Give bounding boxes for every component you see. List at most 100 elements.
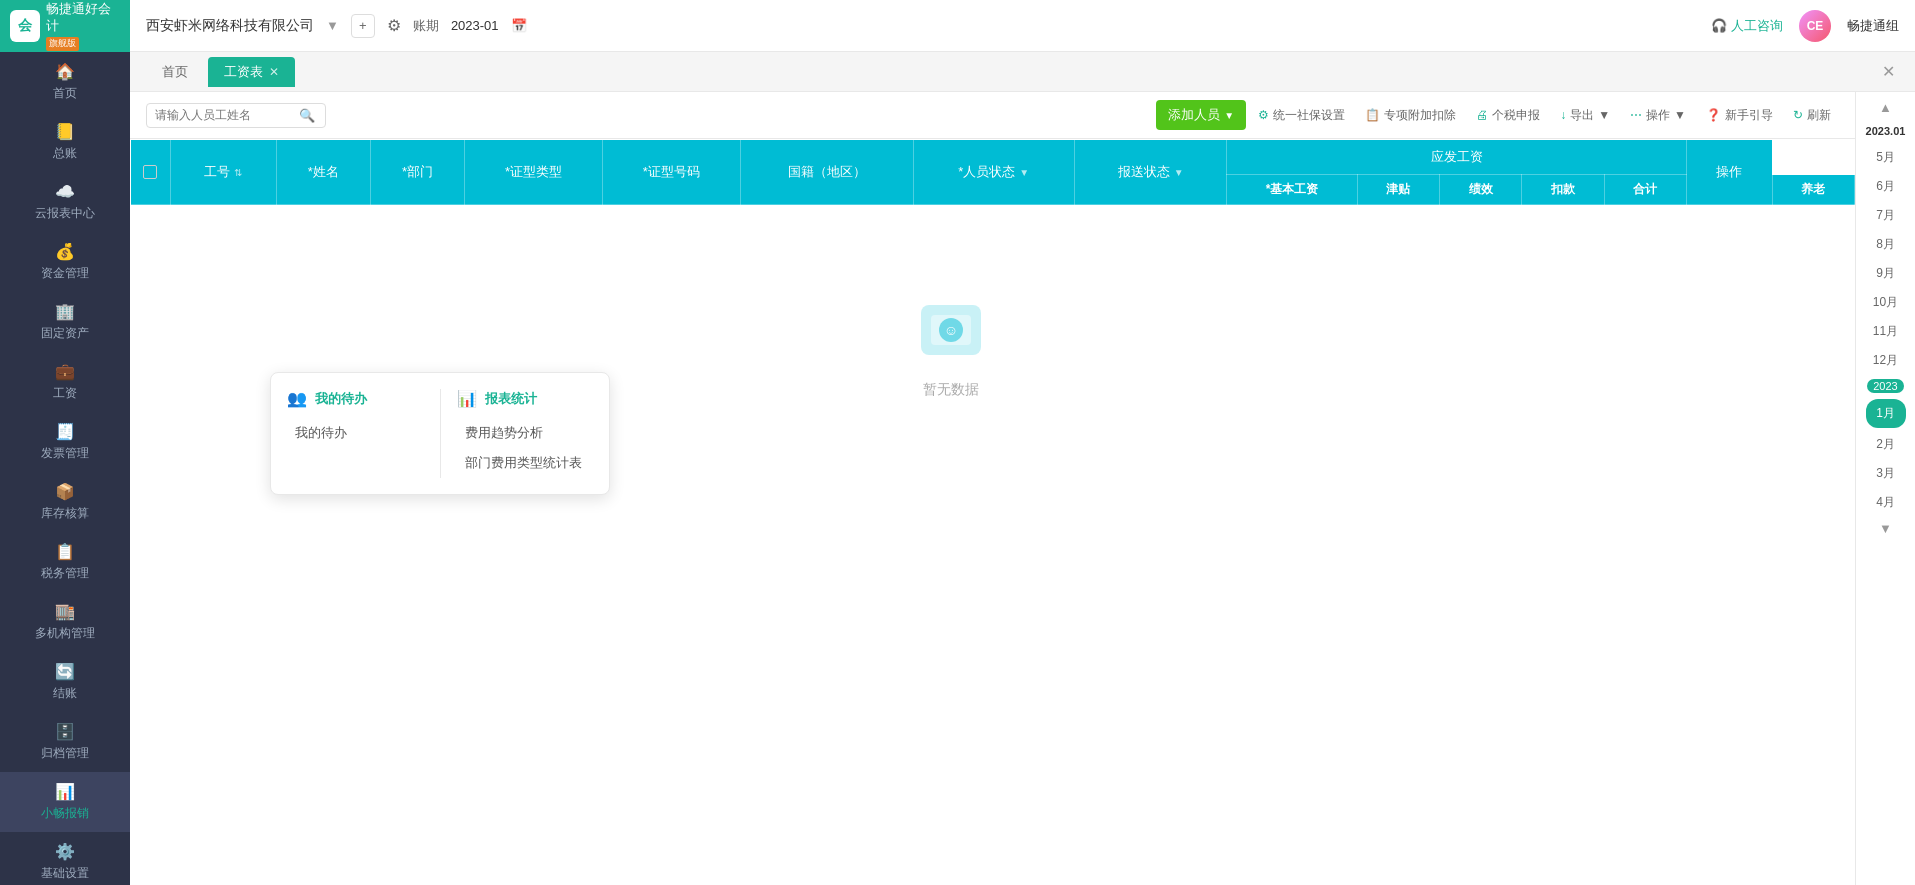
col-operation: 操作 (1686, 140, 1772, 205)
time-item-jan[interactable]: 1月 (1866, 399, 1906, 428)
time-item-apr[interactable]: 4月 (1856, 488, 1915, 517)
period-value: 2023-01 (451, 18, 499, 33)
service-button[interactable]: 🎧 人工咨询 (1711, 17, 1783, 35)
header-add-button[interactable]: + (351, 14, 375, 38)
time-item-dec[interactable]: 12月 (1856, 346, 1915, 375)
guide-icon: ❓ (1706, 108, 1721, 122)
refresh-button[interactable]: ↻ 刷新 (1785, 103, 1839, 128)
svg-text:☺: ☺ (944, 322, 958, 338)
header-settings-icon[interactable]: ⚙ (387, 16, 401, 35)
empty-text: 暂无数据 (923, 381, 979, 399)
ledger-icon: 📒 (55, 122, 75, 141)
archive-icon: 🗄️ (55, 722, 75, 741)
select-all-header (131, 140, 171, 205)
personal-tax-button[interactable]: 🖨 个税申报 (1468, 103, 1548, 128)
time-item-sep[interactable]: 9月 (1856, 259, 1915, 288)
popup-item-dept-cost[interactable]: 部门费用类型统计表 (457, 448, 594, 478)
select-all-checkbox[interactable] (143, 165, 157, 179)
waiting-icon: 👥 (287, 389, 307, 408)
sidebar-item-inventory[interactable]: 📦 库存核算 (0, 472, 130, 532)
tax-deduction-button[interactable]: 📋 专项附加扣除 (1357, 103, 1464, 128)
time-item-mar[interactable]: 3月 (1856, 459, 1915, 488)
sidebar-item-salary[interactable]: 💼 工资 (0, 352, 130, 412)
sidebar: 会 畅捷通好会计 旗舰版 🏠 首页 📒 总账 ☁️ 云报表中心 💰 资金管理 🏢… (0, 0, 130, 885)
sidebar-nav: 🏠 首页 📒 总账 ☁️ 云报表中心 💰 资金管理 🏢 固定资产 💼 工资 🧾 … (0, 52, 130, 885)
top-header: 西安虾米网络科技有限公司 ▼ + ⚙ 账期 2023-01 📅 🎧 人工咨询 C… (130, 0, 1915, 52)
time-item-oct[interactable]: 10月 (1856, 288, 1915, 317)
salary-icon: 💼 (55, 362, 75, 381)
avatar: CE (1799, 10, 1831, 42)
col-job-id: 工号 ⇅ (171, 140, 277, 205)
search-input[interactable] (155, 108, 295, 122)
main-area: 西安虾米网络科技有限公司 ▼ + ⚙ 账期 2023-01 📅 🎧 人工咨询 C… (130, 0, 1915, 885)
sidebar-item-cloud-report[interactable]: ☁️ 云报表中心 (0, 172, 130, 232)
cloud-report-icon: ☁️ (55, 182, 75, 201)
refresh-icon: ↻ (1793, 108, 1803, 122)
time-panel: ▲ 2023.01 5月 6月 7月 8月 9月 10月 11月 12月 202… (1855, 92, 1915, 885)
filter-submit[interactable]: ▼ (1174, 167, 1184, 178)
calendar-icon[interactable]: 📅 (511, 18, 527, 33)
close-all-button[interactable]: ✕ (1878, 58, 1899, 85)
time-item-aug[interactable]: 8月 (1856, 230, 1915, 259)
logo: 会 畅捷通好会计 旗舰版 (0, 0, 130, 52)
time-item-may[interactable]: 5月 (1856, 143, 1915, 172)
time-item-jul[interactable]: 7月 (1856, 201, 1915, 230)
popup-item-cost-trend[interactable]: 费用趋势分析 (457, 418, 594, 448)
time-nav-down[interactable]: ▼ (1856, 517, 1915, 540)
sidebar-item-checkout[interactable]: 🔄 结账 (0, 652, 130, 712)
sidebar-item-tax[interactable]: 📋 税务管理 (0, 532, 130, 592)
operations-button[interactable]: ⋯ 操作 ▼ (1622, 103, 1694, 128)
add-person-button[interactable]: 添加人员 ▼ (1156, 100, 1246, 130)
tab-home[interactable]: 首页 (146, 57, 204, 87)
assets-icon: 🏢 (55, 302, 75, 321)
sidebar-item-ledger[interactable]: 📒 总账 (0, 112, 130, 172)
toolbar: 🔍 添加人员 ▼ ⚙ 统一社保设置 📋 专项附加扣除 (130, 92, 1855, 139)
export-dropdown-icon: ▼ (1598, 108, 1610, 122)
popup-col-2: 📊 报表统计 费用趋势分析 部门费用类型统计表 (457, 389, 594, 478)
checkout-icon: 🔄 (55, 662, 75, 681)
col-performance: 绩效 (1440, 175, 1522, 205)
company-dropdown[interactable]: ▼ (326, 18, 339, 33)
sidebar-item-home[interactable]: 🏠 首页 (0, 52, 130, 112)
new-guide-button[interactable]: ❓ 新手引导 (1698, 103, 1781, 128)
col-deduction: 扣款 (1522, 175, 1604, 205)
popup-menu: 👥 我的待办 我的待办 📊 报表统计 费用趋势分析 部门费用类型统计表 (270, 372, 610, 495)
col-gross-salary: 应发工资 (1227, 140, 1687, 175)
sidebar-item-invoice[interactable]: 🧾 发票管理 (0, 412, 130, 472)
basic-settings-icon: ⚙️ (55, 842, 75, 861)
headset-icon: 🎧 (1711, 18, 1727, 33)
xiaochang-icon: 📊 (55, 782, 75, 801)
search-icon[interactable]: 🔍 (299, 108, 315, 123)
col-cert-type: *证型类型 (465, 140, 603, 205)
sidebar-item-xiaochang[interactable]: 📊 小畅报销 (0, 772, 130, 832)
sidebar-item-fund[interactable]: 💰 资金管理 (0, 232, 130, 292)
company-name: 西安虾米网络科技有限公司 (146, 17, 314, 35)
social-insurance-button[interactable]: ⚙ 统一社保设置 (1250, 103, 1353, 128)
filter-person[interactable]: ▼ (1019, 167, 1029, 178)
time-item-feb[interactable]: 2月 (1856, 430, 1915, 459)
col-total: 合计 (1604, 175, 1686, 205)
time-item-jun[interactable]: 6月 (1856, 172, 1915, 201)
tax-icon: 🖨 (1476, 108, 1488, 122)
sidebar-item-archive[interactable]: 🗄️ 归档管理 (0, 712, 130, 772)
fund-icon: 💰 (55, 242, 75, 261)
multi-org-icon: 🏬 (55, 602, 75, 621)
popup-item-my-todo[interactable]: 我的待办 (287, 418, 424, 448)
sidebar-item-basic-settings[interactable]: ⚙️ 基础设置 (0, 832, 130, 885)
time-item-nov[interactable]: 11月 (1856, 317, 1915, 346)
export-button[interactable]: ↓ 导出 ▼ (1552, 103, 1618, 128)
tab-salary-sheet[interactable]: 工资表 ✕ (208, 57, 295, 87)
content-wrapper: 🔍 添加人员 ▼ ⚙ 统一社保设置 📋 专项附加扣除 (130, 92, 1915, 885)
time-nav-up[interactable]: ▲ (1856, 96, 1915, 119)
add-dropdown-arrow: ▼ (1224, 110, 1234, 121)
header-right: 🎧 人工咨询 CE 畅捷通组 (1711, 10, 1899, 42)
export-icon: ↓ (1560, 108, 1566, 122)
col-pension: 养老 (1772, 175, 1854, 205)
sort-job-id[interactable]: ⇅ (234, 167, 242, 178)
username: 畅捷通组 (1847, 17, 1899, 35)
sidebar-item-multi-org[interactable]: 🏬 多机构管理 (0, 592, 130, 652)
tab-close-icon[interactable]: ✕ (269, 65, 279, 79)
col-nationality: 国籍（地区） (740, 140, 913, 205)
sidebar-item-assets[interactable]: 🏢 固定资产 (0, 292, 130, 352)
tab-bar: 首页 工资表 ✕ ✕ (130, 52, 1915, 92)
